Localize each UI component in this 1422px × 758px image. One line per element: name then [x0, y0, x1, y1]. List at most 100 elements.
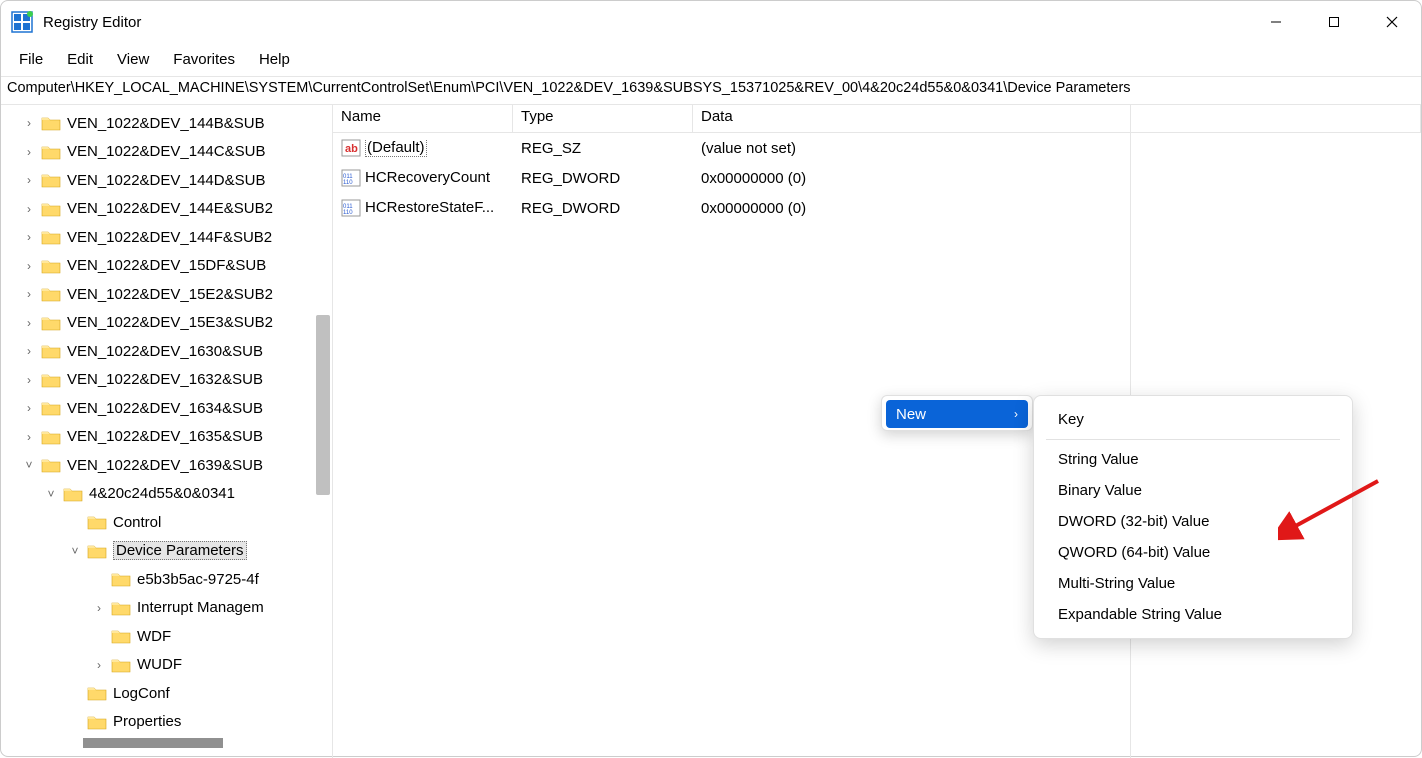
- close-button[interactable]: [1363, 1, 1421, 43]
- folder-icon: [111, 571, 131, 587]
- chevron-right-icon[interactable]: ›: [21, 430, 37, 444]
- chevron-right-icon[interactable]: ›: [21, 230, 37, 244]
- folder-icon: [87, 714, 107, 730]
- folder-icon: [87, 543, 107, 559]
- svg-text:ab: ab: [345, 143, 358, 155]
- tree-node-label: VEN_1022&DEV_1635&SUB: [67, 428, 263, 445]
- menu-divider: [1046, 439, 1340, 440]
- folder-icon: [87, 685, 107, 701]
- tree-node[interactable]: › VEN_1022&DEV_144C&SUB: [1, 138, 332, 167]
- submenu-item[interactable]: Key: [1034, 404, 1352, 435]
- list-row[interactable]: 011110HCRestoreStateF...REG_DWORD0x00000…: [333, 193, 1421, 223]
- submenu-item[interactable]: QWORD (64-bit) Value: [1034, 537, 1352, 568]
- tree-node[interactable]: ˅4&20c24d55&0&0341: [1, 480, 332, 509]
- titlebar: Registry Editor: [1, 1, 1421, 43]
- tree-node-label: VEN_1022&DEV_144F&SUB2: [67, 229, 272, 246]
- tree-node[interactable]: › VEN_1022&DEV_15DF&SUB: [1, 252, 332, 281]
- chevron-right-icon[interactable]: ›: [91, 601, 107, 615]
- list-row[interactable]: ab(Default)REG_SZ(value not set): [333, 133, 1421, 163]
- submenu-item[interactable]: Expandable String Value: [1034, 599, 1352, 630]
- submenu-item[interactable]: Binary Value: [1034, 475, 1352, 506]
- list-row[interactable]: 011110HCRecoveryCountREG_DWORD0x00000000…: [333, 163, 1421, 193]
- tree-node[interactable]: e5b3b5ac-9725-4f: [1, 565, 332, 594]
- tree-node[interactable]: › VEN_1022&DEV_144F&SUB2: [1, 223, 332, 252]
- tree-node[interactable]: › VEN_1022&DEV_144B&SUB: [1, 109, 332, 138]
- tree-node[interactable]: ›VEN_1022&DEV_15E3&SUB2: [1, 309, 332, 338]
- tree-pane[interactable]: › VEN_1022&DEV_144B&SUB › VEN_1022&DEV_144C…: [1, 105, 333, 758]
- folder-icon: [41, 286, 61, 302]
- column-header-name[interactable]: Name: [333, 105, 513, 132]
- value-type: REG_SZ: [513, 140, 693, 157]
- list-header: Name Type Data: [333, 105, 1421, 133]
- tree-node-label: WDF: [137, 628, 171, 645]
- tree-node-label: LogConf: [113, 685, 170, 702]
- tree-node-label: e5b3b5ac-9725-4f: [137, 571, 259, 588]
- context-menu: New ›: [881, 395, 1033, 431]
- chevron-right-icon[interactable]: ›: [21, 344, 37, 358]
- context-menu-new-label: New: [896, 406, 926, 423]
- folder-icon: [41, 115, 61, 131]
- submenu-item[interactable]: Multi-String Value: [1034, 568, 1352, 599]
- tree-node[interactable]: ˅Device Parameters: [1, 537, 332, 566]
- tree-node[interactable]: ›VEN_1022&DEV_1634&SUB: [1, 394, 332, 423]
- address-bar[interactable]: Computer\HKEY_LOCAL_MACHINE\SYSTEM\Curre…: [1, 77, 1421, 105]
- tree-node[interactable]: Control: [1, 508, 332, 537]
- tree-node-label: VEN_1022&DEV_144C&SUB: [67, 143, 265, 160]
- folder-icon: [87, 514, 107, 530]
- menu-help[interactable]: Help: [247, 45, 302, 74]
- chevron-down-icon[interactable]: ˅: [21, 458, 37, 472]
- value-data: 0x00000000 (0): [693, 170, 1421, 187]
- chevron-right-icon[interactable]: ›: [21, 401, 37, 415]
- column-header-type[interactable]: Type: [513, 105, 693, 132]
- submenu-item[interactable]: DWORD (32-bit) Value: [1034, 506, 1352, 537]
- window-controls: [1247, 1, 1421, 43]
- chevron-right-icon[interactable]: ›: [21, 373, 37, 387]
- tree-node[interactable]: ›VEN_1022&DEV_144E&SUB2: [1, 195, 332, 224]
- tree-node[interactable]: › VEN_1022&DEV_1635&SUB: [1, 423, 332, 452]
- chevron-right-icon[interactable]: ›: [21, 259, 37, 273]
- folder-icon: [41, 172, 61, 188]
- tree-node-label: VEN_1022&DEV_1630&SUB: [67, 343, 263, 360]
- chevron-right-icon[interactable]: ›: [21, 202, 37, 216]
- chevron-down-icon[interactable]: ˅: [43, 487, 59, 501]
- tree-node[interactable]: ›WUDF: [1, 651, 332, 680]
- value-name: HCRecoveryCount: [365, 169, 490, 186]
- menu-edit[interactable]: Edit: [55, 45, 105, 74]
- tree-node[interactable]: ›VEN_1022&DEV_144D&SUB: [1, 166, 332, 195]
- list-pane[interactable]: Name Type Data ab(Default)REG_SZ(value n…: [333, 105, 1421, 758]
- tree-node[interactable]: Properties: [1, 708, 332, 737]
- context-menu-new[interactable]: New ›: [886, 400, 1028, 428]
- chevron-down-icon[interactable]: ˅: [67, 544, 83, 558]
- tree-node-label: VEN_1022&DEV_144B&SUB: [67, 115, 265, 132]
- chevron-right-icon[interactable]: ›: [21, 316, 37, 330]
- tree-node-label: VEN_1022&DEV_15DF&SUB: [67, 257, 266, 274]
- chevron-right-icon[interactable]: ›: [21, 116, 37, 130]
- maximize-button[interactable]: [1305, 1, 1363, 43]
- menu-view[interactable]: View: [105, 45, 161, 74]
- tree-node[interactable]: ›VEN_1022&DEV_15E2&SUB2: [1, 280, 332, 309]
- tree-node[interactable]: ›VEN_1022&DEV_1632&SUB: [1, 366, 332, 395]
- horizontal-scrollbar-thumb[interactable]: [83, 738, 223, 748]
- chevron-right-icon[interactable]: ›: [21, 173, 37, 187]
- tree-node[interactable]: WDF: [1, 622, 332, 651]
- folder-icon: [41, 315, 61, 331]
- submenu-item[interactable]: String Value: [1034, 444, 1352, 475]
- folder-icon: [41, 201, 61, 217]
- tree-node[interactable]: ˅ VEN_1022&DEV_1639&SUB: [1, 451, 332, 480]
- svg-text:110: 110: [343, 210, 353, 216]
- tree-node-label: Control: [113, 514, 161, 531]
- chevron-right-icon[interactable]: ›: [91, 658, 107, 672]
- column-header-data[interactable]: Data: [693, 105, 1421, 132]
- svg-text:110: 110: [343, 180, 353, 186]
- tree-node[interactable]: LogConf: [1, 679, 332, 708]
- tree-node[interactable]: › VEN_1022&DEV_1630&SUB: [1, 337, 332, 366]
- tree-node[interactable]: ›Interrupt Managem: [1, 594, 332, 623]
- folder-icon: [41, 457, 61, 473]
- chevron-right-icon[interactable]: ›: [21, 287, 37, 301]
- menu-file[interactable]: File: [7, 45, 55, 74]
- minimize-button[interactable]: [1247, 1, 1305, 43]
- chevron-right-icon[interactable]: ›: [21, 145, 37, 159]
- vertical-scrollbar-thumb[interactable]: [316, 315, 330, 495]
- menu-favorites[interactable]: Favorites: [161, 45, 247, 74]
- tree-node-label: VEN_1022&DEV_1639&SUB: [67, 457, 263, 474]
